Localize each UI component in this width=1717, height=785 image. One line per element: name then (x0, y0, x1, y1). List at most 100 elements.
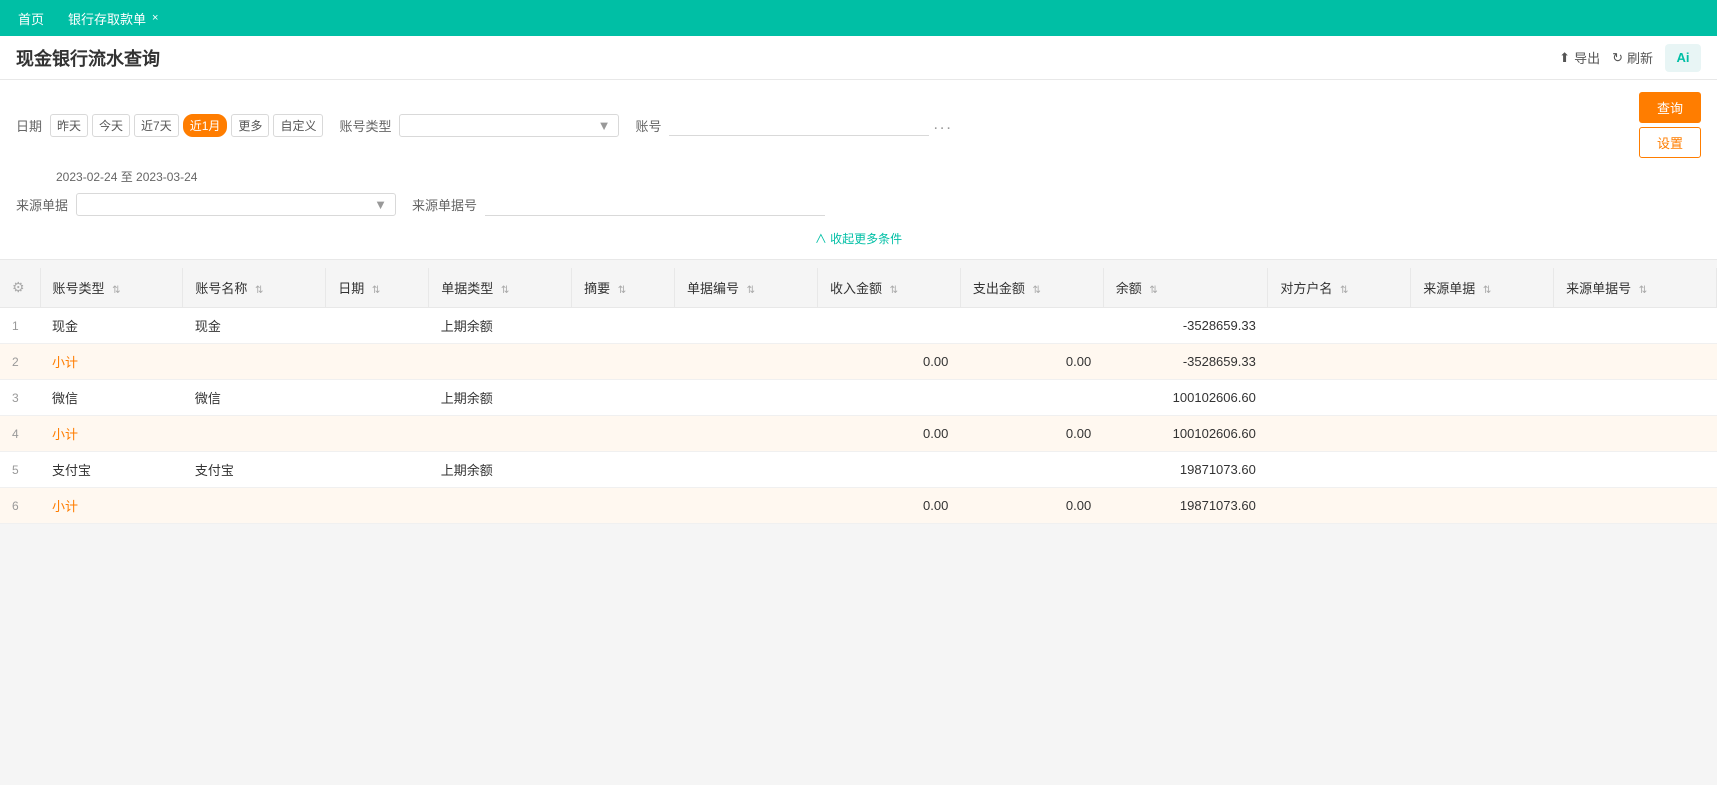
th-account-name: 账号名称 ⇅ (183, 268, 326, 308)
account-input-container (669, 114, 929, 136)
th-counterpart: 对方户名 ⇅ (1268, 268, 1411, 308)
table-cell (326, 380, 429, 416)
up-icon: ∧ (815, 232, 830, 246)
table-row[interactable]: 3微信微信上期余额100102606.60 (0, 380, 1717, 416)
account-type-select[interactable]: ▼ (399, 114, 619, 137)
date-yesterday[interactable]: 昨天 (50, 114, 88, 137)
table-body: 1现金现金上期余额-3528659.332小计0.000.00-3528659.… (0, 308, 1717, 524)
table-cell (1268, 344, 1411, 380)
table-cell (1411, 308, 1554, 344)
nav-tab-银行存取款单[interactable]: 银行存取款单× (56, 4, 196, 32)
table-cell (572, 308, 675, 344)
top-nav: 首页 收款单×付款单×其他收入单×应收应付调整单×银行存取款单×预收冲应收单×收… (0, 0, 1717, 36)
table-cell (183, 416, 326, 452)
account-dots[interactable]: ... (933, 116, 952, 134)
source-doc-num-input[interactable] (485, 197, 825, 212)
table-cell: 100102606.60 (1103, 380, 1268, 416)
table-cell (572, 452, 675, 488)
th-date: 日期 ⇅ (326, 268, 429, 308)
table-cell (429, 344, 572, 380)
table-row[interactable]: 5支付宝支付宝上期余额19871073.60 (0, 452, 1717, 488)
date-7days[interactable]: 近7天 (134, 114, 179, 137)
source-doc-num-input-container (485, 194, 825, 216)
table-cell (429, 416, 572, 452)
collapse-bar[interactable]: ∧ 收起更多条件 (16, 226, 1701, 251)
setting-button[interactable]: 设置 (1639, 127, 1701, 158)
export-button[interactable]: ⬆ 导出 (1559, 48, 1600, 67)
table-cell (572, 416, 675, 452)
table-cell (572, 344, 675, 380)
table-cell: 小计 (40, 344, 183, 380)
table-cell (1411, 488, 1554, 524)
table-cell: 小计 (40, 416, 183, 452)
table-cell (1268, 488, 1411, 524)
sort-icon[interactable]: ⇅ (618, 285, 626, 296)
source-doc-num-filter: 来源单据号 (412, 194, 825, 216)
settings-column-header: ⚙ (0, 268, 40, 308)
date-more[interactable]: 更多 (231, 114, 269, 137)
page-title: 现金银行流水查询 (16, 45, 160, 71)
sort-icon[interactable]: ⇅ (1032, 285, 1040, 296)
sort-icon[interactable]: ⇅ (1149, 285, 1157, 296)
table-cell: 微信 (183, 380, 326, 416)
table-cell (1554, 308, 1717, 344)
query-button[interactable]: 查询 (1639, 92, 1701, 123)
sort-icon[interactable]: ⇅ (501, 285, 509, 296)
table-cell: 0.00 (817, 344, 960, 380)
source-doc-select[interactable]: ▼ (76, 193, 396, 216)
sort-icon[interactable]: ⇅ (1483, 285, 1491, 296)
table-cell (1411, 452, 1554, 488)
table-row[interactable]: 2小计0.000.00-3528659.33 (0, 344, 1717, 380)
table-cell (1268, 452, 1411, 488)
table-cell (572, 488, 675, 524)
account-input[interactable] (669, 117, 929, 132)
table-cell: 4 (0, 416, 40, 452)
nav-home[interactable]: 首页 (8, 9, 54, 28)
date-custom[interactable]: 自定义 (273, 114, 323, 137)
table-cell (960, 308, 1103, 344)
table-cell (675, 452, 818, 488)
table-cell (1554, 344, 1717, 380)
sort-icon[interactable]: ⇅ (255, 285, 263, 296)
table-cell (960, 452, 1103, 488)
source-doc-filter: 来源单据 ▼ (16, 193, 396, 216)
filter-area: 日期 昨天 今天 近7天 近1月 更多 自定义 账号类型 ▼ 账号 (0, 80, 1717, 260)
gear-icon[interactable]: ⚙ (12, 279, 25, 295)
table-cell (1268, 380, 1411, 416)
table-row[interactable]: 1现金现金上期余额-3528659.33 (0, 308, 1717, 344)
refresh-button[interactable]: ↻ 刷新 (1612, 48, 1653, 67)
table-cell: -3528659.33 (1103, 344, 1268, 380)
table-cell: 小计 (40, 488, 183, 524)
table-cell: 0.00 (960, 416, 1103, 452)
table-cell (326, 416, 429, 452)
chevron-down-icon-2: ▼ (374, 197, 387, 212)
th-doc-no: 单据编号 ⇅ (675, 268, 818, 308)
filter-row-2: 来源单据 ▼ 来源单据号 (16, 193, 1701, 216)
table-cell (1554, 416, 1717, 452)
table-cell (326, 308, 429, 344)
account-filter: 账号 ... (635, 114, 952, 136)
sort-icon[interactable]: ⇅ (747, 285, 755, 296)
nav-tab-预收冲应收单[interactable]: 预收冲应收单× (56, 32, 196, 36)
table-row[interactable]: 4小计0.000.00100102606.60 (0, 416, 1717, 452)
date-today[interactable]: 今天 (92, 114, 130, 137)
table-cell: 19871073.60 (1103, 488, 1268, 524)
th-expense: 支出金额 ⇅ (960, 268, 1103, 308)
table-cell (675, 488, 818, 524)
sort-icon[interactable]: ⇅ (112, 285, 120, 296)
ai-badge[interactable]: Ai (1665, 44, 1701, 72)
table-cell (1411, 344, 1554, 380)
sort-icon[interactable]: ⇅ (372, 285, 380, 296)
sort-icon[interactable]: ⇅ (1340, 285, 1348, 296)
date-1month[interactable]: 近1月 (183, 114, 228, 137)
date-range-display: 2023-02-24 至 2023-03-24 (52, 168, 1701, 185)
sort-icon[interactable]: ⇅ (890, 285, 898, 296)
account-type-label: 账号类型 (339, 116, 391, 135)
table-cell (183, 488, 326, 524)
chevron-down-icon: ▼ (598, 118, 611, 133)
filter-row-1: 日期 昨天 今天 近7天 近1月 更多 自定义 账号类型 ▼ 账号 (16, 92, 1701, 158)
table-row[interactable]: 6小计0.000.0019871073.60 (0, 488, 1717, 524)
close-tab-icon[interactable]: × (152, 12, 158, 24)
sort-icon[interactable]: ⇅ (1639, 285, 1647, 296)
table-cell: 0.00 (817, 488, 960, 524)
